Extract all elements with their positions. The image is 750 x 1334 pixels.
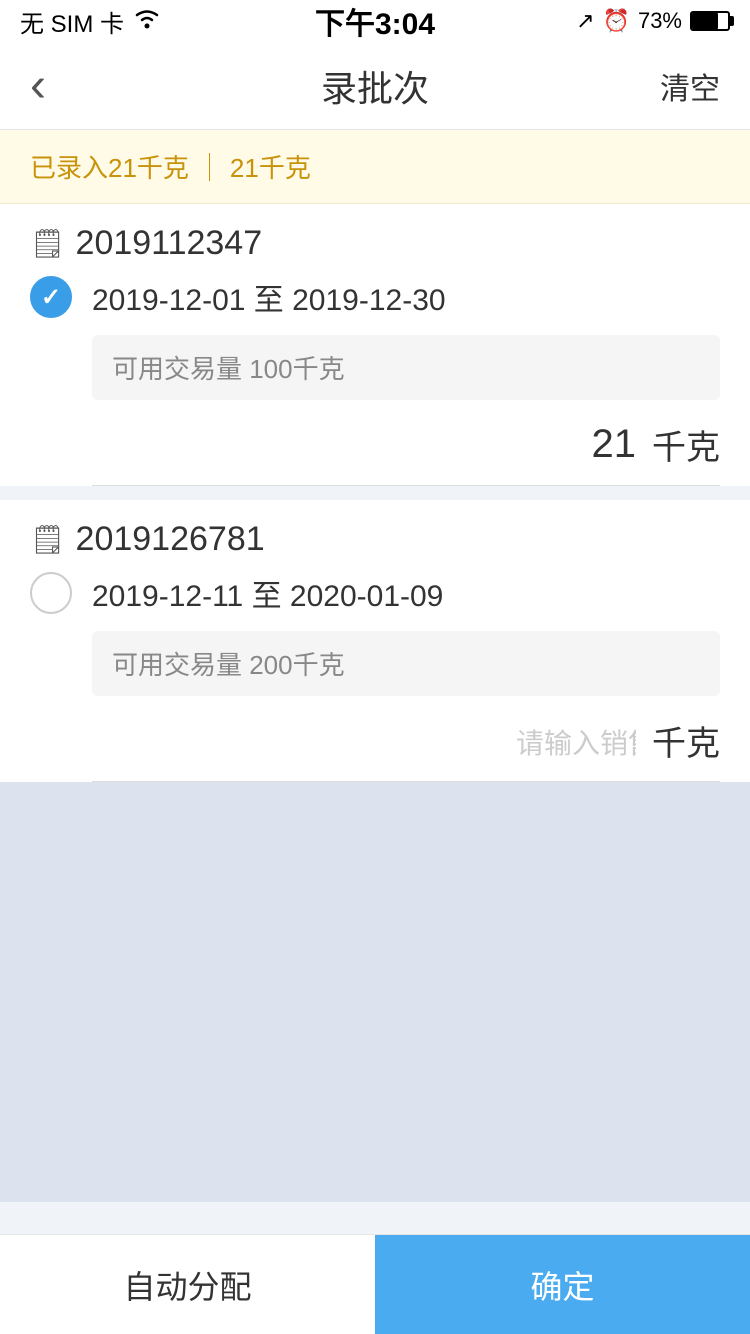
batch-id-2: 2019126781 <box>76 520 265 559</box>
total-amount: 21千克 <box>230 148 311 185</box>
batch-date-1: 2019-12-01 至 2019-12-30 <box>92 275 446 319</box>
status-right: ↗ ⏰ 73% <box>576 8 730 34</box>
quantity-row-1: 千克 <box>30 400 720 485</box>
batch-id-1: 2019112347 <box>76 224 263 263</box>
auto-distribute-button[interactable]: 自动分配 <box>0 1235 375 1334</box>
status-time: 下午3:04 <box>315 0 435 43</box>
confirm-button[interactable]: 确定 <box>375 1235 750 1334</box>
batch-doc-icon-1: 🗒 <box>30 227 66 260</box>
radio-2[interactable] <box>30 572 72 614</box>
quantity-unit-1: 千克 <box>652 420 720 469</box>
page-title: 录批次 <box>321 60 429 112</box>
battery-percent: 73% <box>638 8 682 34</box>
carrier-text: 无 SIM 卡 <box>20 4 124 39</box>
battery-icon <box>690 11 730 31</box>
quantity-unit-2: 千克 <box>652 716 720 765</box>
batch-item-2: 🗒 2019126781 2019-12-11 至 2020-01-09 可用交… <box>0 500 750 782</box>
nav-bar: ‹ 录批次 清空 <box>0 42 750 130</box>
back-button[interactable]: ‹ <box>30 58 90 113</box>
quantity-input-2[interactable] <box>516 718 636 763</box>
batch-availability-2: 可用交易量 200千克 <box>92 631 720 696</box>
info-divider <box>209 153 210 181</box>
alarm-icon: ⏰ <box>603 8 630 34</box>
batch-date-row-1[interactable]: 2019-12-01 至 2019-12-30 <box>30 275 720 319</box>
status-bar: 无 SIM 卡 下午3:04 ↗ ⏰ 73% <box>0 0 750 42</box>
wifi-icon <box>132 7 162 36</box>
batch-date-row-2[interactable]: 2019-12-11 至 2020-01-09 <box>30 571 720 615</box>
batch-date-2: 2019-12-11 至 2020-01-09 <box>92 571 443 615</box>
location-icon: ↗ <box>576 8 594 34</box>
radio-1[interactable] <box>30 276 72 318</box>
quantity-input-1[interactable] <box>516 422 636 467</box>
section-divider-1 <box>0 486 750 500</box>
status-carrier: 无 SIM 卡 <box>20 4 162 39</box>
empty-content-area <box>0 782 750 1202</box>
quantity-row-2: 千克 <box>30 696 720 781</box>
batch-doc-icon-2: 🗒 <box>30 523 66 556</box>
bottom-bar: 自动分配 确定 <box>0 1234 750 1334</box>
batch-header-1: 🗒 2019112347 <box>30 224 720 263</box>
info-banner: 已录入21千克 21千克 <box>0 130 750 204</box>
batch-header-2: 🗒 2019126781 <box>30 520 720 559</box>
recorded-amount: 已录入21千克 <box>30 148 189 185</box>
batch-item-1: 🗒 2019112347 2019-12-01 至 2019-12-30 可用交… <box>0 204 750 486</box>
clear-button[interactable]: 清空 <box>660 64 720 108</box>
batch-availability-1: 可用交易量 100千克 <box>92 335 720 400</box>
